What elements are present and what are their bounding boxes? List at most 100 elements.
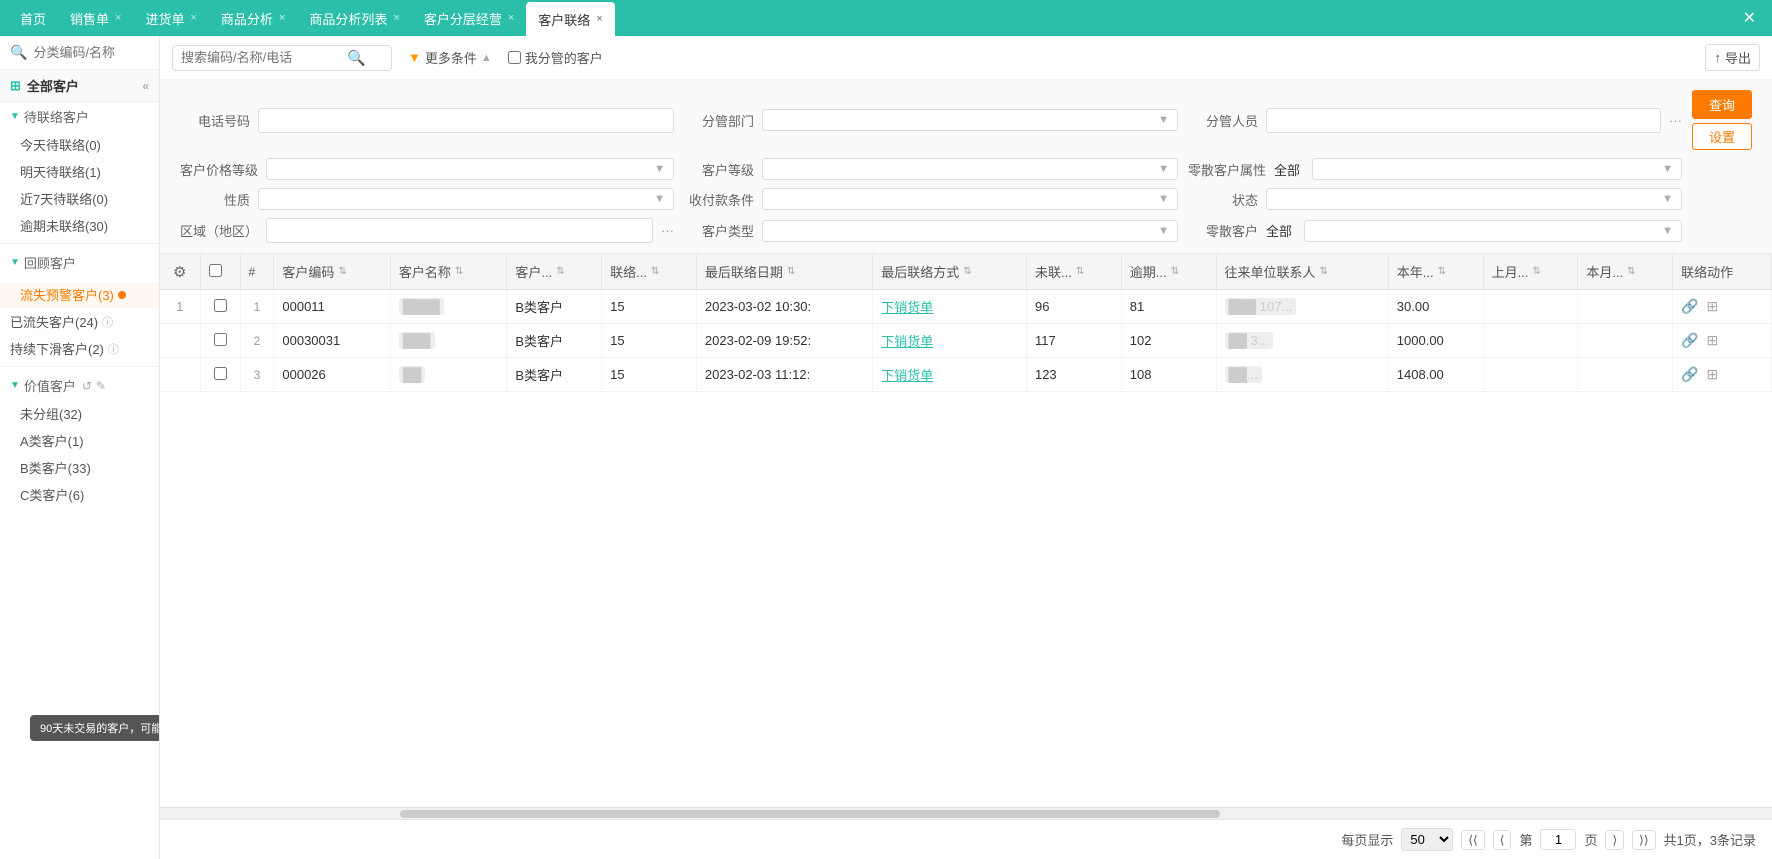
my-customers-checkbox[interactable] bbox=[508, 51, 521, 64]
th-this-month[interactable]: 本月...⇅ bbox=[1578, 254, 1673, 290]
page-next-button[interactable]: ⟩ bbox=[1605, 830, 1624, 850]
filter-payment-select[interactable]: ▼ bbox=[762, 188, 1178, 210]
sidebar-search-input[interactable] bbox=[33, 45, 160, 60]
tab-sales[interactable]: 销售单 × bbox=[58, 0, 133, 36]
filter-person-more[interactable]: ··· bbox=[1669, 113, 1682, 128]
tab-customer-contact-close[interactable]: × bbox=[596, 13, 602, 25]
filter-zero-attr-select[interactable]: ▼ bbox=[1312, 158, 1682, 180]
row-check[interactable] bbox=[200, 358, 240, 392]
filter-price-tier-label: 客户价格等级 bbox=[180, 160, 258, 179]
sidebar-item-unclassified[interactable]: 未分组(32) bbox=[0, 400, 159, 427]
th-gear[interactable]: ⚙ bbox=[160, 254, 200, 290]
churn-tooltip-area: 90天未交易的客户，可能有流失风险。 bbox=[0, 277, 159, 283]
row-checkbox-3[interactable] bbox=[214, 367, 227, 380]
filter-status-select[interactable]: ▼ bbox=[1266, 188, 1682, 210]
th-last-method[interactable]: 最后联络方式⇅ bbox=[873, 254, 1027, 290]
link-action-icon-2[interactable]: 🔗 bbox=[1681, 332, 1698, 349]
row-check[interactable] bbox=[200, 324, 240, 358]
link-action-icon[interactable]: 🔗 bbox=[1681, 298, 1698, 315]
tab-analysis-list[interactable]: 商品分析列表 × bbox=[297, 0, 411, 36]
tab-analysis-close[interactable]: × bbox=[279, 12, 285, 24]
query-button[interactable]: 查询 bbox=[1692, 90, 1752, 119]
sidebar-item-overdue[interactable]: 逾期未联络(30) bbox=[0, 212, 159, 239]
page-number-input[interactable] bbox=[1540, 829, 1576, 850]
grid-action-icon-3[interactable]: ⊞ bbox=[1707, 366, 1719, 383]
th-not-contacted[interactable]: 未联...⇅ bbox=[1026, 254, 1121, 290]
search-button-icon[interactable]: 🔍 bbox=[347, 49, 366, 67]
filter-phone-input[interactable] bbox=[258, 108, 674, 133]
sidebar-item-a-class[interactable]: A类客户(1) bbox=[0, 427, 159, 454]
th-name[interactable]: 客户名称⇅ bbox=[390, 254, 506, 290]
row-checkbox[interactable] bbox=[214, 299, 227, 312]
sidebar-all-customers-header[interactable]: ⊞ 全部客户 « bbox=[0, 70, 159, 102]
page-prev-button[interactable]: ⟨ bbox=[1493, 830, 1512, 850]
tab-customer-tier-close[interactable]: × bbox=[508, 12, 514, 24]
th-last-date[interactable]: 最后联络日期⇅ bbox=[696, 254, 872, 290]
sidebar-item-b-class[interactable]: B类客户(33) bbox=[0, 454, 159, 481]
th-contact[interactable]: 联络...⇅ bbox=[602, 254, 697, 290]
link-action-icon-3[interactable]: 🔗 bbox=[1681, 366, 1698, 383]
horizontal-scrollbar[interactable] bbox=[160, 807, 1772, 819]
sidebar-item-today[interactable]: 今天待联络(0) bbox=[0, 131, 159, 158]
sidebar-item-churn-warning[interactable]: 流失预警客户(3) bbox=[0, 283, 159, 308]
scrollbar-thumb[interactable] bbox=[400, 810, 1220, 818]
info-icon-2: ⓘ bbox=[108, 341, 119, 357]
refresh-icon[interactable]: ↺ bbox=[82, 379, 92, 393]
sidebar-item-tomorrow[interactable]: 明天待联络(1) bbox=[0, 158, 159, 185]
filter-region-input[interactable] bbox=[266, 218, 653, 243]
search-input[interactable] bbox=[181, 50, 341, 65]
orange-dot-icon bbox=[118, 291, 126, 299]
th-last-month[interactable]: 上月...⇅ bbox=[1483, 254, 1578, 290]
tab-home[interactable]: 首页 bbox=[8, 0, 58, 36]
th-action: 联络动作 bbox=[1673, 254, 1772, 290]
th-this-year[interactable]: 本年...⇅ bbox=[1388, 254, 1483, 290]
sidebar-item-week[interactable]: 近7天待联络(0) bbox=[0, 185, 159, 212]
filter-customer-type-select[interactable]: ▼ bbox=[762, 220, 1178, 242]
filter-row-2: 客户价格等级 ▼ 客户等级 ▼ 零散客户属性 全部 bbox=[180, 158, 1752, 180]
select-all-checkbox[interactable] bbox=[209, 264, 222, 277]
settings-button[interactable]: 设置 bbox=[1692, 123, 1752, 150]
sidebar-group-value[interactable]: ▼ 价值客户 ↺ ✎ bbox=[0, 371, 159, 400]
gear-icon[interactable]: ⚙ bbox=[173, 264, 186, 281]
sidebar-collapse-button[interactable]: « bbox=[142, 79, 149, 93]
filter-zero-customer-select[interactable]: ▼ bbox=[1304, 220, 1682, 242]
sidebar-item-c-class[interactable]: C类客户(6) bbox=[0, 481, 159, 508]
filter-more-btn[interactable]: ▼ 更多条件 ▲ bbox=[402, 45, 498, 70]
row-name-3: ██ bbox=[390, 358, 506, 392]
grid-action-icon[interactable]: ⊞ bbox=[1707, 298, 1719, 315]
row-check[interactable] bbox=[200, 290, 240, 324]
th-code[interactable]: 客户编码⇅ bbox=[274, 254, 390, 290]
tab-purchase[interactable]: 进货单 × bbox=[133, 0, 208, 36]
tab-sales-close[interactable]: × bbox=[115, 12, 121, 24]
row-name-2: ███ bbox=[390, 324, 506, 358]
th-overdue[interactable]: 逾期...⇅ bbox=[1121, 254, 1216, 290]
per-page-select[interactable]: 50 20 100 bbox=[1401, 828, 1453, 851]
sidebar-group-churn[interactable]: ▼ 回顾客户 bbox=[0, 248, 159, 277]
row-checkbox-2[interactable] bbox=[214, 333, 227, 346]
filter-dept-select[interactable]: ▼ bbox=[762, 109, 1178, 131]
edit-icon[interactable]: ✎ bbox=[96, 379, 106, 393]
filter-price-tier-select[interactable]: ▼ bbox=[266, 158, 674, 180]
grid-action-icon-2[interactable]: ⊞ bbox=[1707, 332, 1719, 349]
sidebar-group-pending-contact[interactable]: ▼ 待联络客户 bbox=[0, 102, 159, 131]
tab-purchase-close[interactable]: × bbox=[190, 12, 196, 24]
row-last-method-3: 下销货单 bbox=[873, 358, 1027, 392]
filter-person-input[interactable] bbox=[1266, 108, 1661, 133]
window-close-button[interactable]: ✕ bbox=[1735, 8, 1764, 28]
tab-analysis-list-close[interactable]: × bbox=[393, 12, 399, 24]
tab-customer-contact[interactable]: 客户联络 × bbox=[526, 2, 614, 36]
sidebar-item-already-churn[interactable]: 已流失客户(24) ⓘ bbox=[0, 308, 159, 335]
th-unit-contact[interactable]: 往来单位联系人⇅ bbox=[1216, 254, 1388, 290]
chevron-up-icon: ▲ bbox=[481, 52, 492, 64]
my-customers-checkbox-label[interactable]: 我分管的客户 bbox=[508, 48, 603, 67]
page-last-button[interactable]: ⟩⟩ bbox=[1632, 830, 1655, 850]
filter-customer-tier-select[interactable]: ▼ bbox=[762, 158, 1178, 180]
filter-region-more[interactable]: ··· bbox=[661, 223, 674, 238]
th-type[interactable]: 客户...⇅ bbox=[507, 254, 602, 290]
tab-customer-tier[interactable]: 客户分层经营 × bbox=[412, 0, 526, 36]
filter-gender-select[interactable]: ▼ bbox=[258, 188, 674, 210]
tab-analysis[interactable]: 商品分析 × bbox=[209, 0, 297, 36]
export-button[interactable]: ↑ 导出 bbox=[1705, 44, 1760, 71]
sidebar-item-hold-lower[interactable]: 持续下滑客户(2) ⓘ bbox=[0, 335, 159, 362]
page-first-button[interactable]: ⟨⟨ bbox=[1461, 830, 1484, 850]
